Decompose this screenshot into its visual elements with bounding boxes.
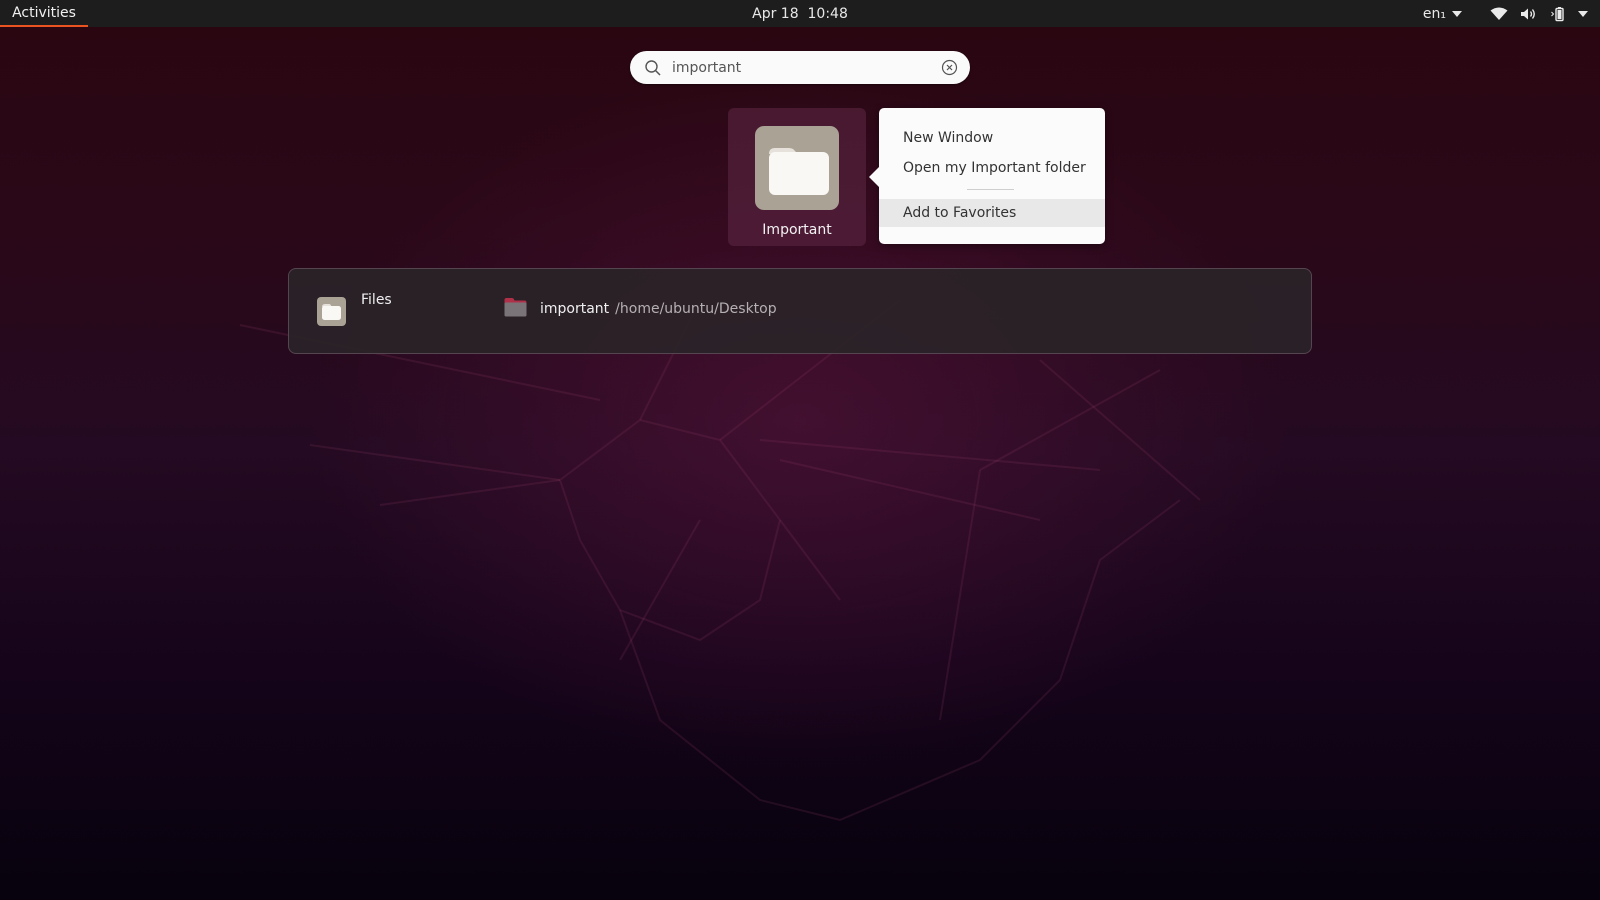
app-result-important[interactable]: Important — [728, 108, 866, 246]
clock: Apr 18 10:48 — [0, 0, 1600, 27]
time-label: 10:48 — [807, 5, 848, 22]
system-menu-arrow-icon — [1578, 10, 1588, 17]
folder-icon — [504, 297, 527, 321]
app-context-menu: New Window Open my Important folder Add … — [869, 108, 1105, 244]
menu-item-open-important-folder[interactable]: Open my Important folder — [879, 154, 1105, 182]
files-app-icon — [317, 297, 346, 326]
provider-files[interactable]: Files — [317, 291, 392, 326]
volume-icon — [1520, 7, 1538, 21]
menu-pointer — [869, 167, 879, 187]
input-source-label: en₁ — [1422, 5, 1446, 22]
top-bar: Activities Apr 18 10:48 en₁ — [0, 0, 1600, 27]
clear-search-icon[interactable] — [941, 59, 958, 76]
search-input[interactable] — [672, 59, 932, 76]
result-path: /home/ubuntu/Desktop — [615, 301, 777, 317]
menu-item-new-window[interactable]: New Window — [879, 124, 1105, 152]
system-tray: en₁ — [1423, 0, 1600, 27]
folder-icon — [755, 126, 839, 210]
result-item-important[interactable]: important /home/ubuntu/Desktop — [504, 297, 777, 321]
menu-separator — [967, 189, 1014, 190]
activities-button[interactable]: Activities — [0, 0, 88, 27]
result-name: important — [540, 301, 610, 317]
app-label: Important — [762, 222, 832, 238]
menu-item-add-to-favorites[interactable]: Add to Favorites — [879, 199, 1105, 227]
search-results-panel: Files important /home/ubuntu/Desktop — [288, 268, 1312, 354]
system-menu-button[interactable] — [1490, 6, 1588, 22]
input-source-button[interactable]: en₁ — [1423, 6, 1462, 22]
search-icon — [644, 59, 662, 77]
date-label: Apr 18 — [752, 5, 799, 22]
battery-icon — [1550, 6, 1566, 22]
provider-label: Files — [361, 292, 392, 308]
search-bar — [630, 51, 970, 84]
clock-button[interactable]: Apr 18 10:48 — [752, 6, 848, 22]
chevron-down-icon — [1452, 10, 1462, 17]
wifi-icon — [1490, 7, 1508, 21]
